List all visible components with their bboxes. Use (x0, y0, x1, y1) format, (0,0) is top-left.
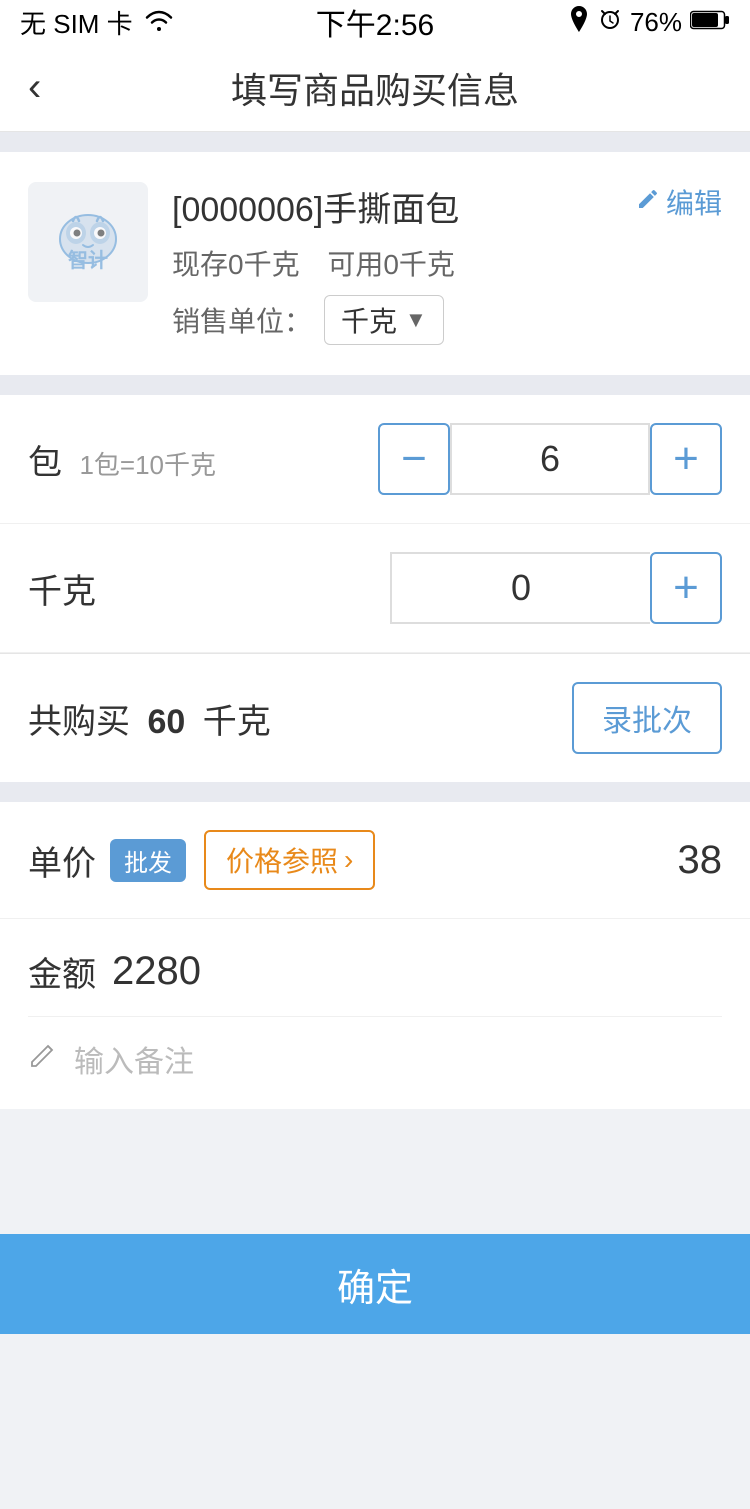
bag-input-group: − + (378, 423, 722, 495)
confirm-button[interactable]: 确定 (0, 1234, 750, 1334)
status-bar: 无 SIM 卡 下午2:56 76% (0, 0, 750, 44)
product-logo: 智计 (48, 201, 128, 283)
separator-2 (0, 375, 750, 395)
status-time: 下午2:56 (316, 0, 434, 44)
product-unit-row: 销售单位： 千克 ▼ (172, 295, 722, 345)
back-button[interactable]: ‹ (28, 65, 41, 110)
chevron-down-icon: ▼ (405, 307, 427, 333)
product-stock: 现存0千克 可用0千克 (172, 243, 722, 283)
kg-plus-button[interactable]: + (650, 552, 722, 624)
form-section: 包 1包=10千克 − + 千克 + (0, 395, 750, 653)
nav-bar: ‹ 填写商品购买信息 (0, 44, 750, 132)
carrier-text: 无 SIM 卡 (20, 4, 133, 41)
bag-plus-button[interactable]: + (650, 423, 722, 495)
bag-quantity-input[interactable] (450, 423, 650, 495)
remark-placeholder: 输入备注 (74, 1037, 194, 1081)
edit-button[interactable]: 编辑 (636, 182, 722, 222)
amount-label: 金额 (28, 947, 96, 996)
price-label: 单价 (28, 836, 96, 885)
product-card: 智计 [0000006]手撕面包 现存0千克 可用0千克 销售单位： 千克 ▼ … (0, 152, 750, 375)
separator-1 (0, 132, 750, 152)
amount-value: 2280 (112, 949, 201, 994)
wifi-icon (143, 7, 175, 38)
amount-row: 金额 2280 (28, 947, 722, 1016)
kg-input-group: + (390, 552, 722, 624)
chevron-right-icon: › (344, 844, 353, 876)
product-image: 智计 (28, 182, 148, 302)
kg-row: 千克 + (0, 524, 750, 653)
svg-text:智计: 智计 (68, 248, 108, 271)
status-left: 无 SIM 卡 (20, 4, 175, 41)
batch-button[interactable]: 录批次 (572, 682, 722, 754)
summary-row: 共购买 60 千克 录批次 (0, 654, 750, 782)
price-ref-button[interactable]: 价格参照 › (204, 830, 375, 890)
bag-minus-button[interactable]: − (378, 423, 450, 495)
bag-label: 包 1包=10千克 (28, 435, 216, 484)
page-title: 填写商品购买信息 (231, 62, 519, 114)
price-value: 38 (678, 838, 723, 883)
amount-section: 金额 2280 输入备注 (0, 919, 750, 1109)
alarm-icon (598, 7, 622, 38)
price-badge: 批发 (110, 839, 186, 882)
bag-row: 包 1包=10千克 − + (0, 395, 750, 524)
kg-quantity-input[interactable] (390, 552, 650, 624)
summary-text: 共购买 60 千克 (28, 694, 271, 743)
location-icon (568, 6, 590, 39)
battery-icon (690, 7, 730, 38)
status-right: 76% (568, 6, 730, 39)
edit-icon (636, 186, 660, 218)
separator-4 (0, 782, 750, 802)
kg-label: 千克 (28, 564, 168, 613)
remark-row[interactable]: 输入备注 (28, 1016, 722, 1109)
pencil-icon (28, 1040, 58, 1078)
unit-select[interactable]: 千克 ▼ (324, 295, 444, 345)
bottom-spacer (0, 1409, 750, 1509)
battery-text: 76% (630, 7, 682, 38)
price-section: 单价 批发 价格参照 › 38 (0, 802, 750, 919)
price-row: 单价 批发 价格参照 › 38 (0, 802, 750, 919)
